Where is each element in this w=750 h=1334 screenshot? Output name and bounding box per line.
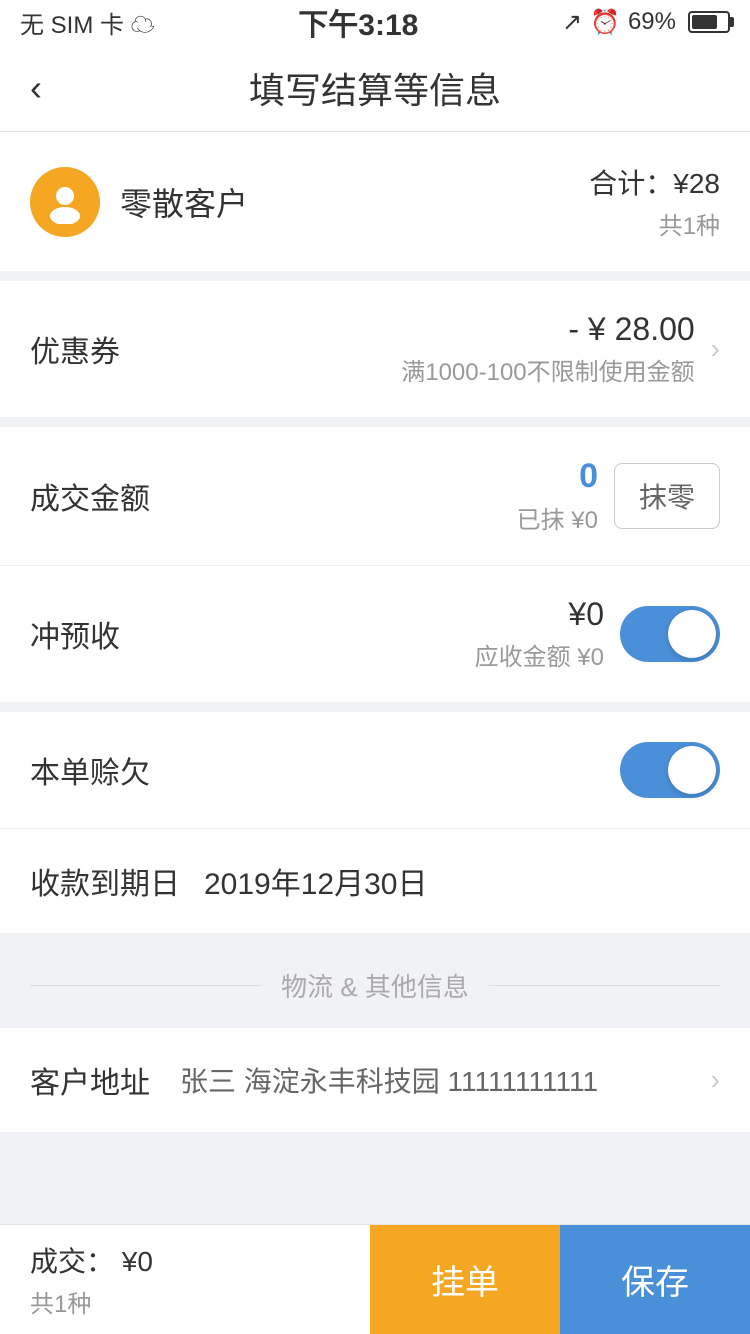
back-button[interactable]: ‹ xyxy=(30,67,42,109)
battery-percent: 69% xyxy=(628,8,676,36)
status-time: 下午3:18 xyxy=(298,0,418,44)
credit-right xyxy=(620,742,720,798)
coupon-right: - ¥ 28.00 满1000-100不限制使用金额 › xyxy=(401,311,720,387)
credit-label: 本单赊欠 xyxy=(30,748,150,792)
amount-right: 0 已抹 ¥0 抹零 xyxy=(517,457,720,535)
save-button[interactable]: 保存 xyxy=(560,1225,750,1334)
logistics-line-left xyxy=(30,985,261,986)
credit-toggle[interactable] xyxy=(620,742,720,798)
address-section: 客户地址 张三 海淀永丰科技园 11111111111 › xyxy=(0,1028,750,1132)
credit-toggle-knob xyxy=(668,746,716,794)
prepaid-value-block: ¥0 应收金额 ¥0 xyxy=(475,596,604,672)
amount-value-block: 0 已抹 ¥0 xyxy=(517,457,598,535)
sim-label: 无 SIM 卡 ☁ xyxy=(20,5,155,40)
customer-name: 零散客户 xyxy=(120,179,248,225)
nav-title: 填写结算等信息 xyxy=(249,62,501,114)
toggle-knob xyxy=(668,610,716,658)
due-date-label: 收款到期日 xyxy=(30,859,180,903)
due-date-value: 2019年12月30日 xyxy=(204,859,427,903)
customer-left: 零散客户 xyxy=(30,167,248,237)
transaction-label: 成交： xyxy=(30,1246,114,1277)
customer-right: 合计：¥28 共1种 xyxy=(589,162,720,241)
round-zero-button[interactable]: 抹零 xyxy=(614,463,720,529)
logistics-line-right xyxy=(489,985,720,986)
amount-label: 成交金额 xyxy=(30,474,150,518)
credit-row: 本单赊欠 xyxy=(0,712,750,829)
nav-bar: ‹ 填写结算等信息 xyxy=(0,44,750,132)
coupon-desc: 满1000-100不限制使用金额 xyxy=(401,352,694,387)
customer-avatar xyxy=(30,167,100,237)
amount-value: 0 xyxy=(517,457,598,496)
content: 零散客户 合计：¥28 共1种 优惠券 - ¥ 28.00 满1000-100不… xyxy=(0,132,750,1262)
address-row[interactable]: 客户地址 张三 海淀永丰科技园 11111111111 › xyxy=(0,1028,750,1132)
alarm-icon: ⏰ xyxy=(590,8,620,37)
prepaid-row: 冲预收 ¥0 应收金额 ¥0 xyxy=(0,566,750,702)
coupon-section: 优惠券 - ¥ 28.00 满1000-100不限制使用金额 › xyxy=(0,281,750,417)
prepaid-value: ¥0 xyxy=(475,596,604,633)
amount-section: 成交金额 0 已抹 ¥0 抹零 冲预收 ¥0 应收金额 ¥0 xyxy=(0,427,750,702)
address-label: 客户地址 xyxy=(30,1058,150,1102)
bottom-info: 成交： ¥0 共1种 xyxy=(0,1240,370,1319)
coupon-chevron-icon: › xyxy=(711,333,720,365)
battery-icon xyxy=(688,11,730,33)
address-value: 张三 海淀永丰科技园 11111111111 xyxy=(180,1060,681,1100)
logistics-text: 物流 & 其他信息 xyxy=(281,967,469,1004)
hang-button[interactable]: 挂单 xyxy=(370,1225,560,1334)
bottom-bar: 成交： ¥0 共1种 挂单 保存 xyxy=(0,1224,750,1334)
prepaid-sub: 应收金额 ¥0 xyxy=(475,637,604,672)
prepaid-right: ¥0 应收金额 ¥0 xyxy=(475,596,720,672)
bottom-transaction: 成交： ¥0 xyxy=(30,1240,340,1280)
status-bar: 无 SIM 卡 ☁ 下午3:18 ↗ ⏰ 69% xyxy=(0,0,750,44)
due-date-row: 收款到期日 2019年12月30日 xyxy=(0,829,750,933)
transaction-value: ¥0 xyxy=(122,1246,153,1277)
credit-section: 本单赊欠 收款到期日 2019年12月30日 xyxy=(0,712,750,933)
coupon-row[interactable]: 优惠券 - ¥ 28.00 满1000-100不限制使用金额 › xyxy=(0,281,750,417)
address-chevron-icon: › xyxy=(711,1064,720,1096)
coupon-value: - ¥ 28.00 xyxy=(401,311,694,348)
customer-total: 合计：¥28 xyxy=(589,162,720,202)
amount-row: 成交金额 0 已抹 ¥0 抹零 xyxy=(0,427,750,566)
prepaid-label: 冲预收 xyxy=(30,612,120,656)
logistics-section: 物流 & 其他信息 xyxy=(0,943,750,1028)
coupon-label: 优惠券 xyxy=(30,327,120,371)
customer-count: 共1种 xyxy=(589,206,720,241)
prepaid-toggle[interactable] xyxy=(620,606,720,662)
logistics-header: 物流 & 其他信息 xyxy=(0,943,750,1028)
bottom-count: 共1种 xyxy=(30,1284,340,1319)
status-right: ↗ ⏰ 69% xyxy=(562,8,730,37)
coupon-value-block: - ¥ 28.00 满1000-100不限制使用金额 xyxy=(401,311,694,387)
status-left: 无 SIM 卡 ☁ xyxy=(20,5,155,40)
location-icon: ↗ xyxy=(562,8,582,37)
customer-section: 零散客户 合计：¥28 共1种 xyxy=(0,132,750,271)
amount-sub: 已抹 ¥0 xyxy=(517,500,598,535)
